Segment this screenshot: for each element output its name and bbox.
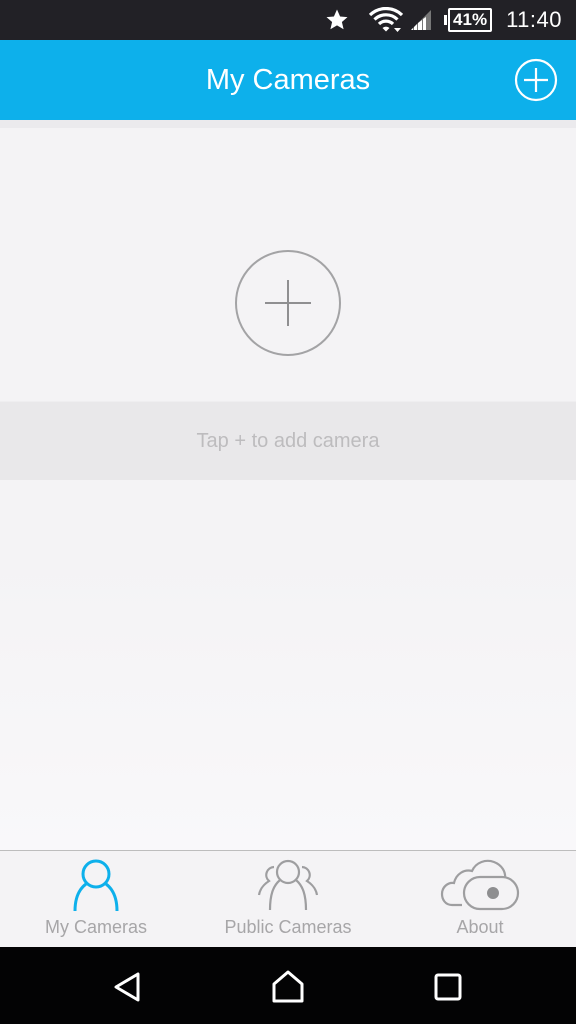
people-group-icon bbox=[252, 857, 324, 918]
add-camera-hint: Tap + to add camera bbox=[0, 401, 576, 480]
clock: 11:40 bbox=[506, 7, 562, 32]
tab-label: Public Cameras bbox=[224, 917, 352, 937]
recents-button[interactable] bbox=[430, 969, 466, 1005]
add-circle-icon bbox=[235, 250, 341, 356]
person-icon bbox=[70, 857, 122, 918]
app-bar: My Cameras bbox=[0, 40, 576, 120]
add-camera-button[interactable] bbox=[514, 58, 558, 102]
add-circle-icon bbox=[514, 58, 558, 102]
star-icon bbox=[325, 8, 349, 32]
bottom-tab-bar: My Cameras Public Cameras About bbox=[0, 850, 576, 947]
tab-my-cameras[interactable]: My Cameras bbox=[0, 851, 192, 947]
wifi-icon bbox=[369, 7, 404, 33]
back-button[interactable] bbox=[110, 969, 146, 1005]
page-title: My Cameras bbox=[205, 64, 371, 96]
battery-percent: 41% bbox=[444, 8, 493, 32]
tab-public-cameras[interactable]: Public Cameras bbox=[192, 851, 384, 947]
tab-label: My Cameras bbox=[44, 917, 147, 937]
status-bar: 41% 11:40 bbox=[0, 0, 576, 40]
cloud-camera-icon bbox=[440, 857, 520, 918]
home-icon bbox=[272, 970, 304, 1003]
home-button[interactable] bbox=[270, 969, 306, 1005]
app-bar-shadow bbox=[0, 120, 576, 128]
tab-label: About bbox=[456, 917, 504, 937]
system-navigation-bar bbox=[0, 947, 576, 1024]
camera-list-empty-state: Tap + to add camera bbox=[0, 128, 576, 850]
tab-about[interactable]: About bbox=[384, 851, 576, 947]
recents-icon bbox=[434, 973, 462, 1001]
battery-icon: 41% bbox=[444, 8, 493, 32]
add-camera-large-button[interactable] bbox=[234, 249, 342, 357]
back-icon bbox=[114, 972, 140, 1002]
cellular-signal-icon bbox=[409, 8, 433, 32]
